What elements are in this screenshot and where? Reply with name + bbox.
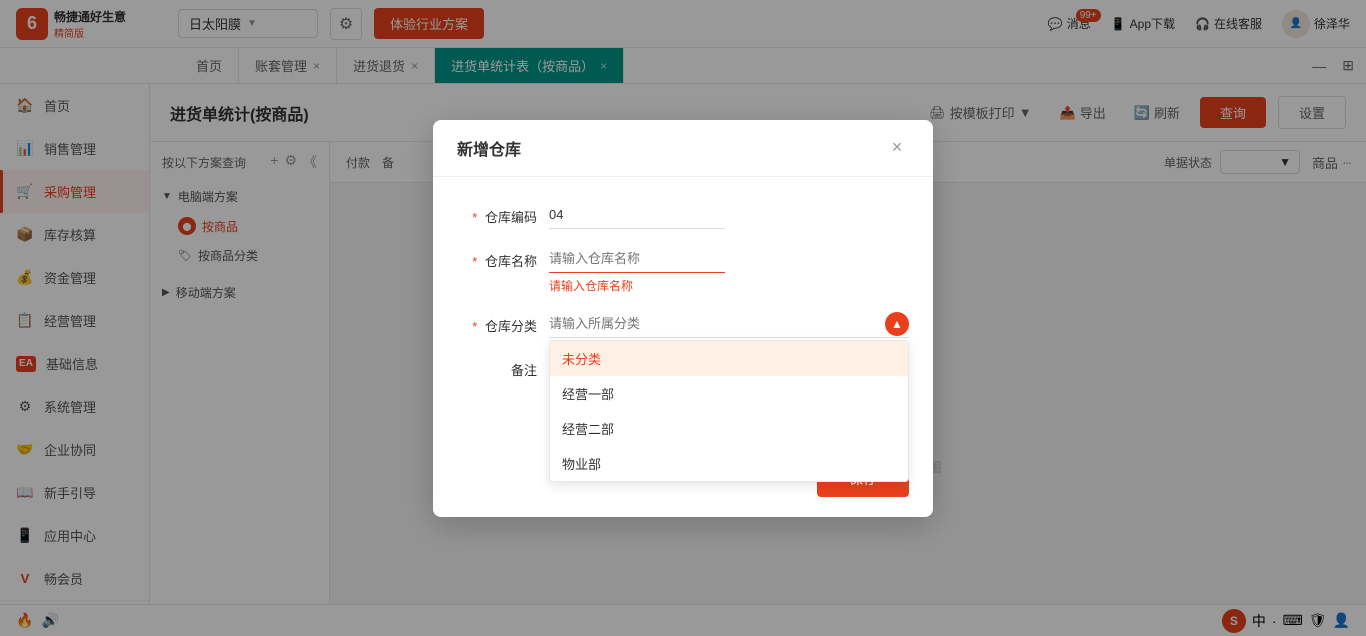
- warehouse-category-menu: 未分类 经营一部 经营二部 物业部: [549, 340, 909, 482]
- warehouse-code-input-wrapper: [549, 201, 909, 229]
- warehouse-modal: 新增仓库 × * 仓库编码 * 仓库名称: [433, 120, 933, 517]
- modal-overlay: 新增仓库 × * 仓库编码 * 仓库名称: [0, 0, 1366, 636]
- warehouse-category-input[interactable]: [549, 310, 909, 338]
- dropdown-option-ops2[interactable]: 经营二部: [550, 411, 908, 446]
- warehouse-name-row: * 仓库名称 请输入仓库名称: [457, 245, 909, 294]
- warehouse-name-input-wrapper: 请输入仓库名称: [549, 245, 909, 294]
- modal-title: 新增仓库: [457, 136, 521, 160]
- warehouse-code-input[interactable]: [549, 201, 725, 229]
- dropdown-option-none[interactable]: 未分类: [550, 341, 908, 376]
- warehouse-category-label: * 仓库分类: [457, 310, 537, 335]
- warehouse-name-input[interactable]: [549, 245, 725, 273]
- warehouse-name-error: 请输入仓库名称: [549, 277, 909, 294]
- notes-label-field: 备注: [457, 354, 537, 379]
- warehouse-category-row: * 仓库分类 ▲ 未分类 经营一部 经营二部 物业部: [457, 310, 909, 338]
- warehouse-name-label: * 仓库名称: [457, 245, 537, 270]
- dropdown-option-ops1[interactable]: 经营一部: [550, 376, 908, 411]
- warehouse-category-arrow[interactable]: ▲: [885, 312, 909, 336]
- modal-close-button[interactable]: ×: [885, 136, 909, 160]
- dropdown-option-property[interactable]: 物业部: [550, 446, 908, 481]
- warehouse-code-label: * 仓库编码: [457, 201, 537, 226]
- warehouse-code-row: * 仓库编码: [457, 201, 909, 229]
- warehouse-category-dropdown: ▲ 未分类 经营一部 经营二部 物业部: [549, 310, 909, 338]
- modal-body: * 仓库编码 * 仓库名称 请输入仓库名称: [433, 177, 933, 449]
- modal-header: 新增仓库 ×: [433, 120, 933, 177]
